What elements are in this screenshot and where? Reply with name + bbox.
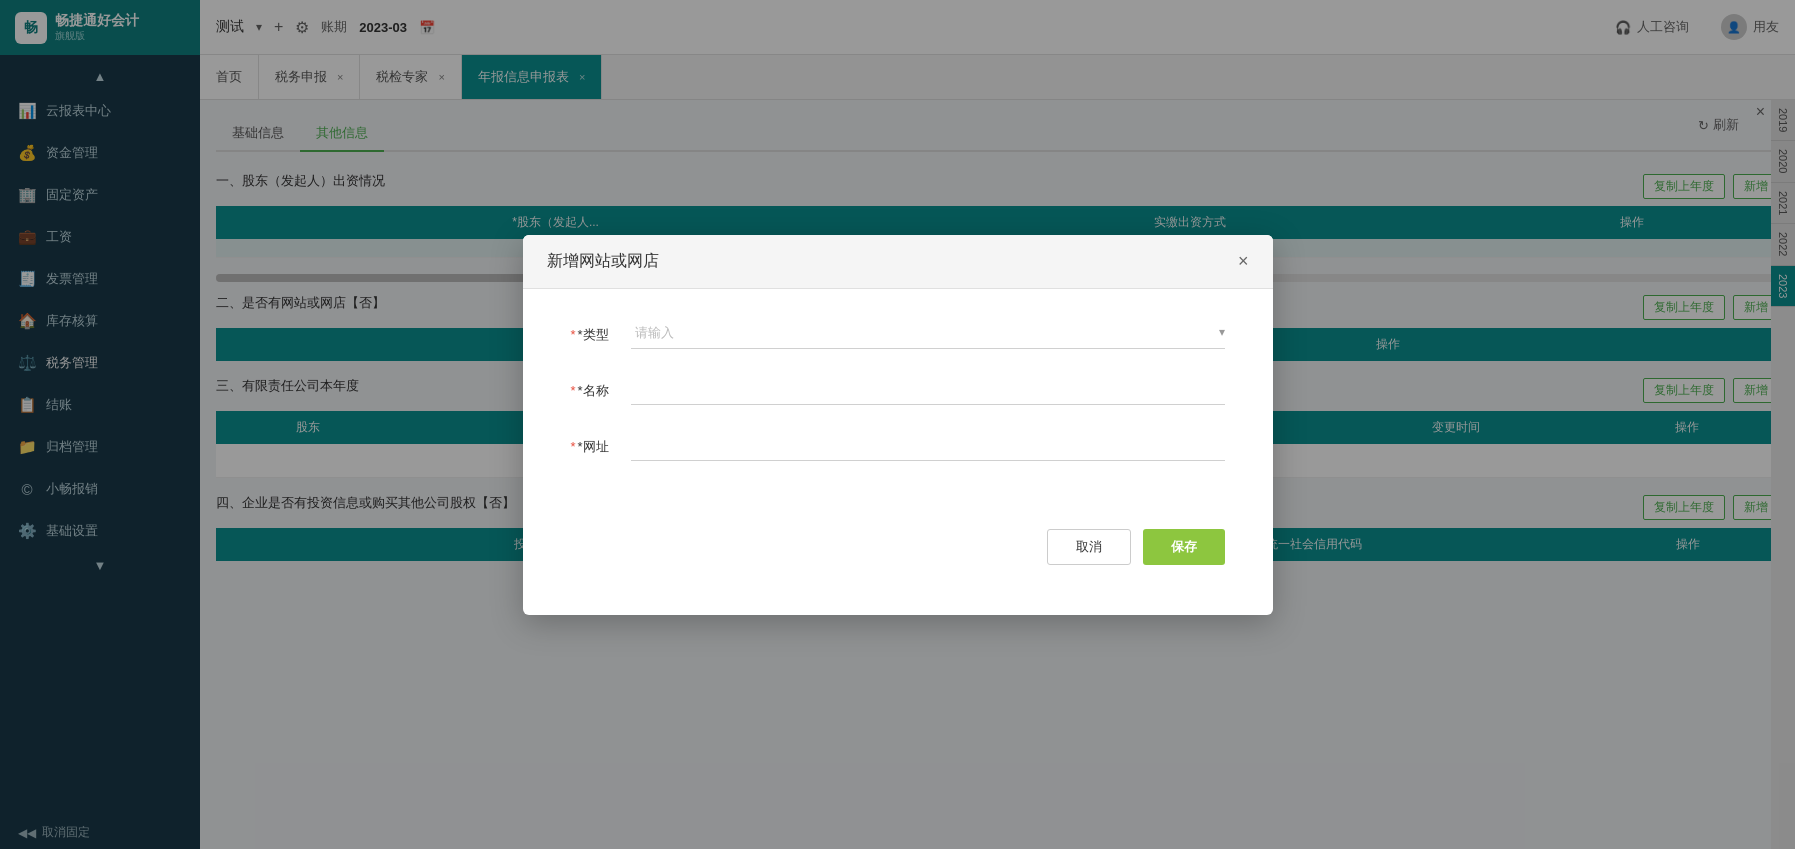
form-row-type: **类型 ▾ <box>571 321 1225 349</box>
type-label: **类型 <box>571 326 631 344</box>
name-input-wrap <box>631 377 1225 405</box>
type-input-wrap: ▾ <box>631 321 1225 349</box>
type-dropdown-icon[interactable]: ▾ <box>1219 325 1225 339</box>
modal-title: 新增网站或网店 <box>547 251 659 272</box>
modal-close-button[interactable]: × <box>1238 251 1249 272</box>
modal-body: **类型 ▾ **名称 **网址 <box>523 289 1273 513</box>
url-label: **网址 <box>571 438 631 456</box>
cancel-button[interactable]: 取消 <box>1047 529 1131 565</box>
url-input[interactable] <box>631 433 1225 456</box>
name-input[interactable] <box>631 377 1225 400</box>
form-row-url: **网址 <box>571 433 1225 461</box>
url-input-wrap <box>631 433 1225 461</box>
save-button[interactable]: 保存 <box>1143 529 1225 565</box>
modal-add-website: 新增网站或网店 × **类型 ▾ **名称 **网址 <box>523 235 1273 615</box>
name-label: **名称 <box>571 382 631 400</box>
form-row-name: **名称 <box>571 377 1225 405</box>
type-input[interactable] <box>631 321 1219 344</box>
modal-header: 新增网站或网店 × <box>523 235 1273 289</box>
modal-footer: 取消 保存 <box>523 513 1273 589</box>
